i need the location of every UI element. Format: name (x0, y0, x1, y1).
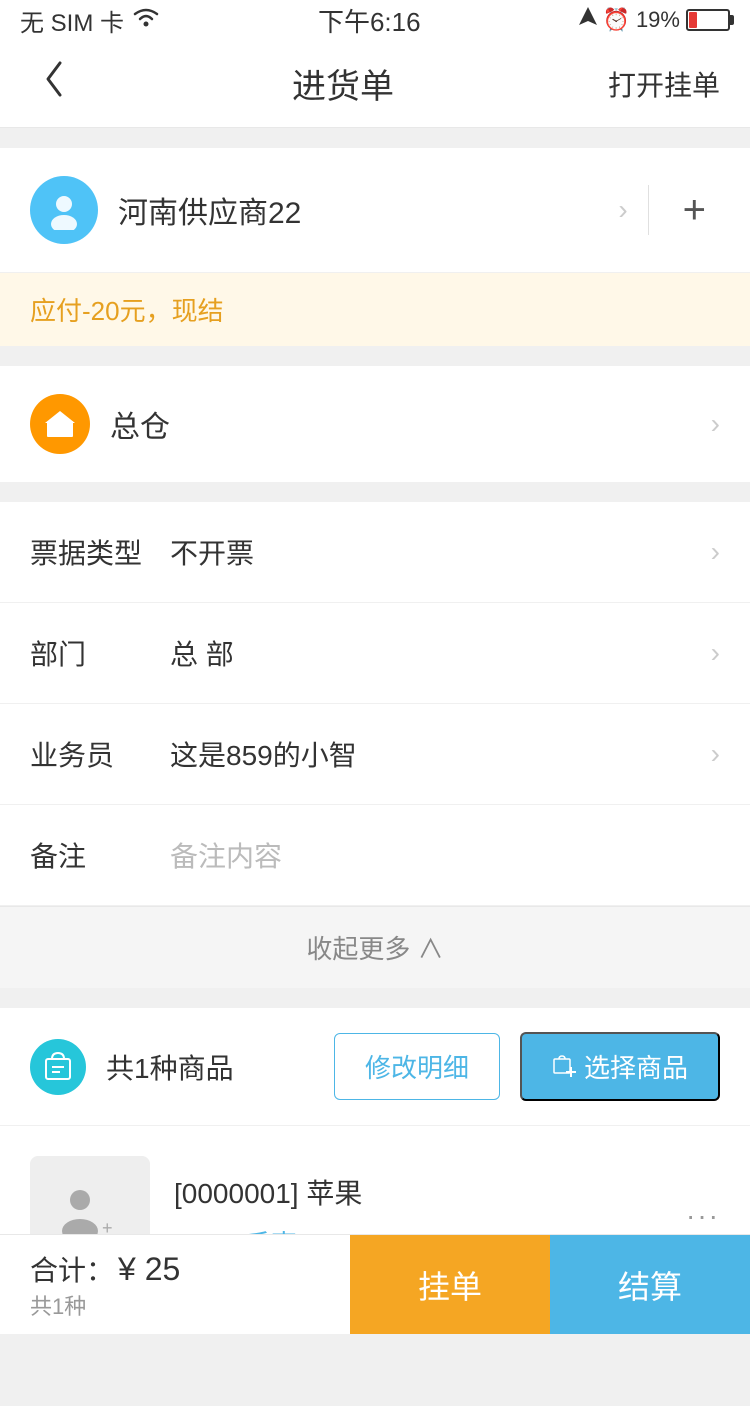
form-section: 票据类型 不开票 › 部门 总 部 › 业务员 这是859的小智 › 备注 备注… (0, 502, 750, 988)
bottom-bar: 合计： ¥ 25 共1种 挂单 结算 (0, 1234, 750, 1334)
remark-row[interactable]: 备注 备注内容 (0, 805, 750, 906)
products-header: 共1种商品 修改明细 选择商品 (0, 1008, 750, 1125)
products-icon (30, 1039, 86, 1095)
salesperson-chevron-icon: › (711, 738, 720, 770)
checkout-button[interactable]: 结算 (550, 1235, 750, 1334)
collapse-button[interactable]: 收起更多 ∧ (0, 906, 750, 988)
alarm-icon: ⏰ (603, 7, 630, 33)
warehouse-name: 总仓 (110, 402, 701, 446)
supplier-notice: 应付-20元，现结 (0, 273, 750, 346)
select-product-button[interactable]: 选择商品 (520, 1032, 720, 1101)
page-title: 进货单 (292, 59, 394, 108)
department-chevron-icon: › (711, 637, 720, 669)
ticket-type-label: 票据类型 (30, 532, 150, 572)
add-supplier-button[interactable]: + (669, 178, 720, 243)
warehouse-section: 总仓 › (0, 366, 750, 482)
wifi-icon (132, 6, 160, 34)
warehouse-icon (30, 394, 90, 454)
hang-button[interactable]: 挂单 (350, 1235, 550, 1334)
supplier-avatar (30, 176, 98, 244)
status-bar: 无 SIM 卡 下午6:16 ⏰ 19% (0, 0, 750, 40)
remark-label: 备注 (30, 835, 150, 875)
open-pending-button[interactable]: 打开挂单 (608, 64, 720, 104)
total-count: 共1种 (30, 1289, 320, 1321)
supplier-section: 河南供应商22 › + 应付-20元，现结 (0, 148, 750, 346)
battery-icon (686, 9, 730, 31)
salesperson-label: 业务员 (30, 734, 150, 774)
gps-icon (579, 7, 597, 33)
ticket-type-row[interactable]: 票据类型 不开票 › (0, 502, 750, 603)
nav-bar: 进货单 打开挂单 (0, 40, 750, 128)
ticket-type-value: 不开票 (150, 532, 701, 572)
battery-text: 19% (636, 7, 680, 33)
department-label: 部门 (30, 633, 150, 673)
battery-fill (689, 12, 697, 28)
remark-placeholder: 备注内容 (150, 835, 720, 875)
select-product-label: 选择商品 (584, 1048, 688, 1085)
gap-3 (0, 482, 750, 502)
status-right: ⏰ 19% (579, 7, 730, 33)
back-button[interactable] (30, 47, 78, 120)
total-amount: ¥ 25 (118, 1251, 180, 1288)
salesperson-row[interactable]: 业务员 这是859的小智 › (0, 704, 750, 805)
salesperson-value: 这是859的小智 (150, 734, 701, 774)
gap-1 (0, 128, 750, 148)
ticket-type-chevron-icon: › (711, 536, 720, 568)
department-value: 总 部 (150, 633, 701, 673)
supplier-divider (648, 185, 649, 235)
product-name: [0000001] 苹果 (174, 1172, 662, 1212)
status-left: 无 SIM 卡 (20, 3, 160, 38)
warehouse-row[interactable]: 总仓 › (0, 366, 750, 482)
total-section: 合计： ¥ 25 共1种 (0, 1235, 350, 1334)
products-count: 共1种商品 (106, 1047, 314, 1087)
supplier-name: 河南供应商22 (118, 188, 608, 232)
carrier-text: 无 SIM 卡 (20, 3, 124, 38)
product-code: [0000001] (174, 1178, 306, 1209)
warehouse-chevron-icon: › (711, 408, 720, 440)
supplier-chevron-icon: › (618, 194, 627, 226)
supplier-row[interactable]: 河南供应商22 › + (0, 148, 750, 273)
gap-2 (0, 346, 750, 366)
product-title: 苹果 (306, 1178, 362, 1209)
edit-detail-button[interactable]: 修改明细 (334, 1033, 500, 1100)
product-more-button[interactable]: ··· (686, 1200, 720, 1232)
total-label: 合计： (30, 1249, 114, 1289)
department-row[interactable]: 部门 总 部 › (0, 603, 750, 704)
status-time: 下午6:16 (318, 2, 421, 39)
